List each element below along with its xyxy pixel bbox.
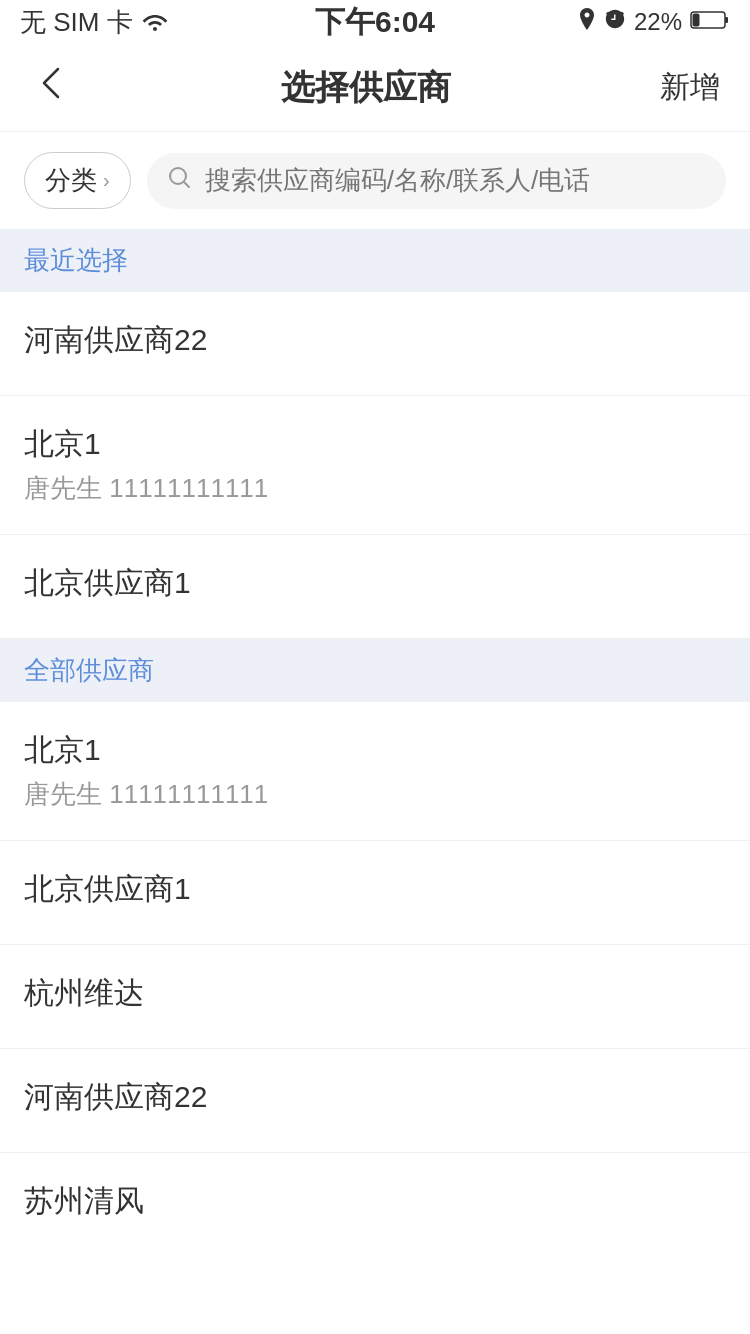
back-button[interactable] [30, 55, 72, 120]
list-item-name: 河南供应商22 [24, 1077, 726, 1118]
category-label: 分类 [45, 163, 97, 198]
search-input[interactable] [205, 165, 706, 196]
list-item-name: 北京供应商1 [24, 563, 726, 604]
list-item[interactable]: 北京1 唐先生 11111111111 [0, 396, 750, 535]
svg-rect-2 [693, 14, 700, 27]
status-carrier-wifi: 无 SIM 卡 [20, 5, 169, 40]
list-item[interactable]: 苏州清风 [0, 1153, 750, 1256]
list-item-name: 北京供应商1 [24, 869, 726, 910]
section-header-all: 全部供应商 [0, 639, 750, 702]
section-header-recent: 最近选择 [0, 229, 750, 292]
nav-bar: 选择供应商 新增 [0, 44, 750, 132]
list-item-name: 北京1 [24, 730, 726, 771]
status-time: 下午6:04 [315, 2, 435, 43]
list-item[interactable]: 北京供应商1 [0, 535, 750, 639]
list-item[interactable]: 北京供应商1 [0, 841, 750, 945]
search-box [147, 153, 726, 209]
sections-container: 最近选择河南供应商22 北京1 唐先生 11111111111 北京供应商1 全部供应商… [0, 229, 750, 1256]
carrier-label: 无 SIM 卡 [20, 5, 133, 40]
filter-bar: 分类 › [0, 132, 750, 229]
battery-label: 22% [634, 8, 682, 36]
status-right: 22% [578, 8, 730, 36]
category-filter[interactable]: 分类 › [24, 152, 131, 209]
location-icon [578, 8, 596, 36]
list-item-name: 河南供应商22 [24, 320, 726, 361]
list-item-name: 杭州维达 [24, 973, 726, 1014]
chevron-right-icon: › [103, 169, 110, 192]
page-title: 选择供应商 [281, 65, 451, 111]
battery-icon [690, 8, 730, 36]
wifi-icon [141, 7, 169, 38]
add-button[interactable]: 新增 [660, 67, 720, 108]
svg-rect-1 [725, 17, 728, 23]
list-item-name: 苏州清风 [24, 1181, 726, 1222]
list-item-sub: 唐先生 11111111111 [24, 777, 726, 812]
list-item[interactable]: 河南供应商22 [0, 1049, 750, 1153]
list-item[interactable]: 北京1 唐先生 11111111111 [0, 702, 750, 841]
search-icon [167, 165, 193, 197]
list-item[interactable]: 杭州维达 [0, 945, 750, 1049]
list-item[interactable]: 河南供应商22 [0, 292, 750, 396]
list-item-sub: 唐先生 11111111111 [24, 471, 726, 506]
list-item-name: 北京1 [24, 424, 726, 465]
status-bar: 无 SIM 卡 下午6:04 22% [0, 0, 750, 44]
alarm-icon [604, 8, 626, 36]
